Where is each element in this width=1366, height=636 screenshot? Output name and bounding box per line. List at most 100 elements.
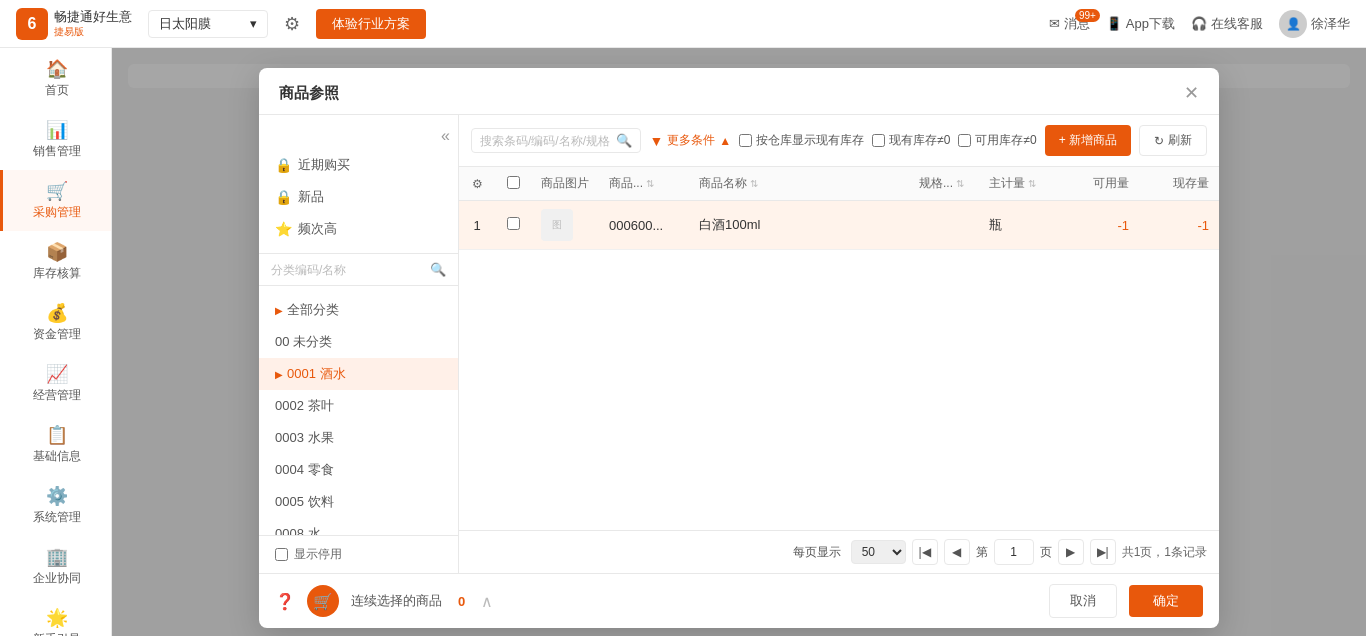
chevron-up-icon: ▲ (719, 134, 731, 148)
warehouse-stock-checkbox-label[interactable]: 按仓库显示现有库存 (739, 132, 864, 149)
category-tea[interactable]: 0002 茶叶 (259, 390, 458, 422)
sidebar-label-system: 系统管理 (33, 509, 81, 526)
category-all[interactable]: ▶ 全部分类 (259, 294, 458, 326)
category-fruit[interactable]: 0003 水果 (259, 422, 458, 454)
category-liquor[interactable]: ▶ 0001 酒水 (259, 358, 458, 390)
sidebar-label-basicinfo: 基础信息 (33, 448, 81, 465)
cancel-button[interactable]: 取消 (1049, 584, 1117, 618)
filter-button[interactable]: ▼ 更多条件 ▲ (649, 132, 731, 149)
row-available: -1 (1049, 201, 1139, 250)
quick-item-frequent[interactable]: ⭐ 频次高 (259, 213, 458, 245)
modal-footer: ❓ 🛒 连续选择的商品 0 ∧ 取消 确定 (259, 573, 1219, 628)
category-water[interactable]: 0008 水 (259, 518, 458, 535)
row-code: 000600... (599, 201, 689, 250)
col-name-header[interactable]: 商品名称 (689, 167, 909, 201)
home-icon: 🏠 (46, 58, 68, 80)
message-button[interactable]: ✉ 消息 99+ (1049, 15, 1090, 33)
app-download-button[interactable]: 📱 App下载 (1106, 15, 1175, 33)
footer-collapse-icon[interactable]: ∧ (481, 592, 493, 611)
col-image-header: 商品图片 (531, 167, 599, 201)
quick-item-recent[interactable]: 🔒 近期购买 (259, 149, 458, 181)
modal-overlay: 商品参照 ✕ « 🔒 近期购买 (112, 48, 1366, 636)
sidebar-item-basicinfo[interactable]: 📋 基础信息 (0, 414, 111, 475)
sidebar-label-enterprise: 企业协同 (33, 570, 81, 587)
help-icon[interactable]: ❓ (275, 592, 295, 611)
page-info-text: 共1页，1条记录 (1122, 544, 1207, 561)
page-last-button[interactable]: ▶| (1090, 539, 1116, 565)
settings-icon[interactable]: ⚙ (276, 8, 308, 40)
sidebar-label-business: 经营管理 (33, 387, 81, 404)
col-checkbox[interactable] (495, 167, 531, 201)
sidebar-item-sales[interactable]: 📊 销售管理 (0, 109, 111, 170)
content-area: 商品参照 ✕ « 🔒 近期购买 (112, 48, 1366, 636)
usable-stock-checkbox-label[interactable]: 可用库存≠0 (958, 132, 1036, 149)
usable-stock-checkbox[interactable] (958, 134, 971, 147)
inventory-icon: 📦 (46, 241, 68, 263)
table-toolbar: 🔍 ▼ 更多条件 ▲ 按仓库显示现有库存 (459, 115, 1219, 167)
sidebar-item-finance[interactable]: 💰 资金管理 (0, 292, 111, 353)
sidebar-item-business[interactable]: 📈 经营管理 (0, 353, 111, 414)
col-settings[interactable]: ⚙ (459, 167, 495, 201)
row-stock: -1 (1139, 201, 1219, 250)
sidebar-item-guide[interactable]: 🌟 新手引导 (0, 597, 111, 636)
row-image: 图 (531, 201, 599, 250)
star-icon: ⭐ (275, 221, 292, 237)
show-disabled-row: 显示停用 (259, 535, 458, 573)
page-next-button[interactable]: ▶ (1058, 539, 1084, 565)
category-search-input[interactable] (271, 263, 424, 277)
confirm-button[interactable]: 确定 (1129, 585, 1203, 617)
purchase-icon: 🛒 (46, 180, 68, 202)
sidebar-label-purchase: 采购管理 (33, 204, 81, 221)
logo-icon: 6 (16, 8, 48, 40)
selected-count: 0 (458, 594, 465, 609)
main-layout: 🏠 首页 📊 销售管理 🛒 采购管理 📦 库存核算 💰 资金管理 📈 经营管理 … (0, 48, 1366, 636)
col-unit-header[interactable]: 主计量 (979, 167, 1049, 201)
search-icon[interactable]: 🔍 (430, 262, 446, 277)
col-spec-header[interactable]: 规格... (909, 167, 979, 201)
online-service-button[interactable]: 🎧 在线客服 (1191, 15, 1263, 33)
row-name: 白酒100ml (689, 201, 909, 250)
sidebar-item-inventory[interactable]: 📦 库存核算 (0, 231, 111, 292)
row-checkbox[interactable] (507, 217, 520, 230)
product-table-container: ⚙ 商品图片 商品... 商品名称 规格... (459, 167, 1219, 530)
selected-label: 连续选择的商品 (351, 592, 442, 610)
product-search-input[interactable] (480, 134, 610, 148)
topnav-right: ✉ 消息 99+ 📱 App下载 🎧 在线客服 👤 徐泽华 (1049, 10, 1350, 38)
trial-button[interactable]: 体验行业方案 (316, 9, 426, 39)
sidebar-item-purchase[interactable]: 🛒 采购管理 (0, 170, 111, 231)
available-stock-checkbox[interactable] (872, 134, 885, 147)
sidebar-item-home[interactable]: 🏠 首页 (0, 48, 111, 109)
category-uncategorized[interactable]: 00 未分类 (259, 326, 458, 358)
available-stock-checkbox-label[interactable]: 现有库存≠0 (872, 132, 950, 149)
quick-item-new[interactable]: 🔒 新品 (259, 181, 458, 213)
page-first-button[interactable]: |◀ (912, 539, 938, 565)
store-selector[interactable]: 日太阳膜 ▾ (148, 10, 268, 38)
select-all-checkbox[interactable] (507, 176, 520, 189)
row-checkbox-cell[interactable] (495, 201, 531, 250)
cart-button[interactable]: 🛒 (307, 585, 339, 617)
left-panel: « 🔒 近期购买 🔒 新品 ⭐ 频次高 (259, 115, 459, 573)
category-beverage[interactable]: 0005 饮料 (259, 486, 458, 518)
modal-close-button[interactable]: ✕ (1184, 82, 1199, 104)
add-product-button[interactable]: + 新增商品 (1045, 125, 1131, 156)
page-number-input[interactable] (994, 539, 1034, 565)
message-icon: ✉ (1049, 16, 1060, 31)
refresh-button[interactable]: ↻ 刷新 (1139, 125, 1207, 156)
category-snack[interactable]: 0004 零食 (259, 454, 458, 486)
user-profile-button[interactable]: 👤 徐泽华 (1279, 10, 1350, 38)
search-submit-icon[interactable]: 🔍 (616, 133, 632, 148)
page-prev-button[interactable]: ◀ (944, 539, 970, 565)
collapse-button[interactable]: « (259, 123, 458, 149)
per-page-select[interactable]: 50 10 20 100 (851, 540, 906, 564)
show-disabled-checkbox[interactable] (275, 548, 288, 561)
message-badge: 99+ (1075, 9, 1100, 22)
sidebar-item-enterprise[interactable]: 🏢 企业协同 (0, 536, 111, 597)
warehouse-stock-checkbox[interactable] (739, 134, 752, 147)
col-code-header[interactable]: 商品... (599, 167, 689, 201)
top-navigation: 6 畅捷通好生意 捷易版 日太阳膜 ▾ ⚙ 体验行业方案 ✉ 消息 99+ 📱 … (0, 0, 1366, 48)
sidebar-item-system[interactable]: ⚙️ 系统管理 (0, 475, 111, 536)
system-icon: ⚙️ (46, 485, 68, 507)
table-settings-icon[interactable]: ⚙ (472, 177, 483, 191)
new-icon: 🔒 (275, 189, 292, 205)
table-row[interactable]: 1 图 000600... 白酒100ml (459, 201, 1219, 250)
